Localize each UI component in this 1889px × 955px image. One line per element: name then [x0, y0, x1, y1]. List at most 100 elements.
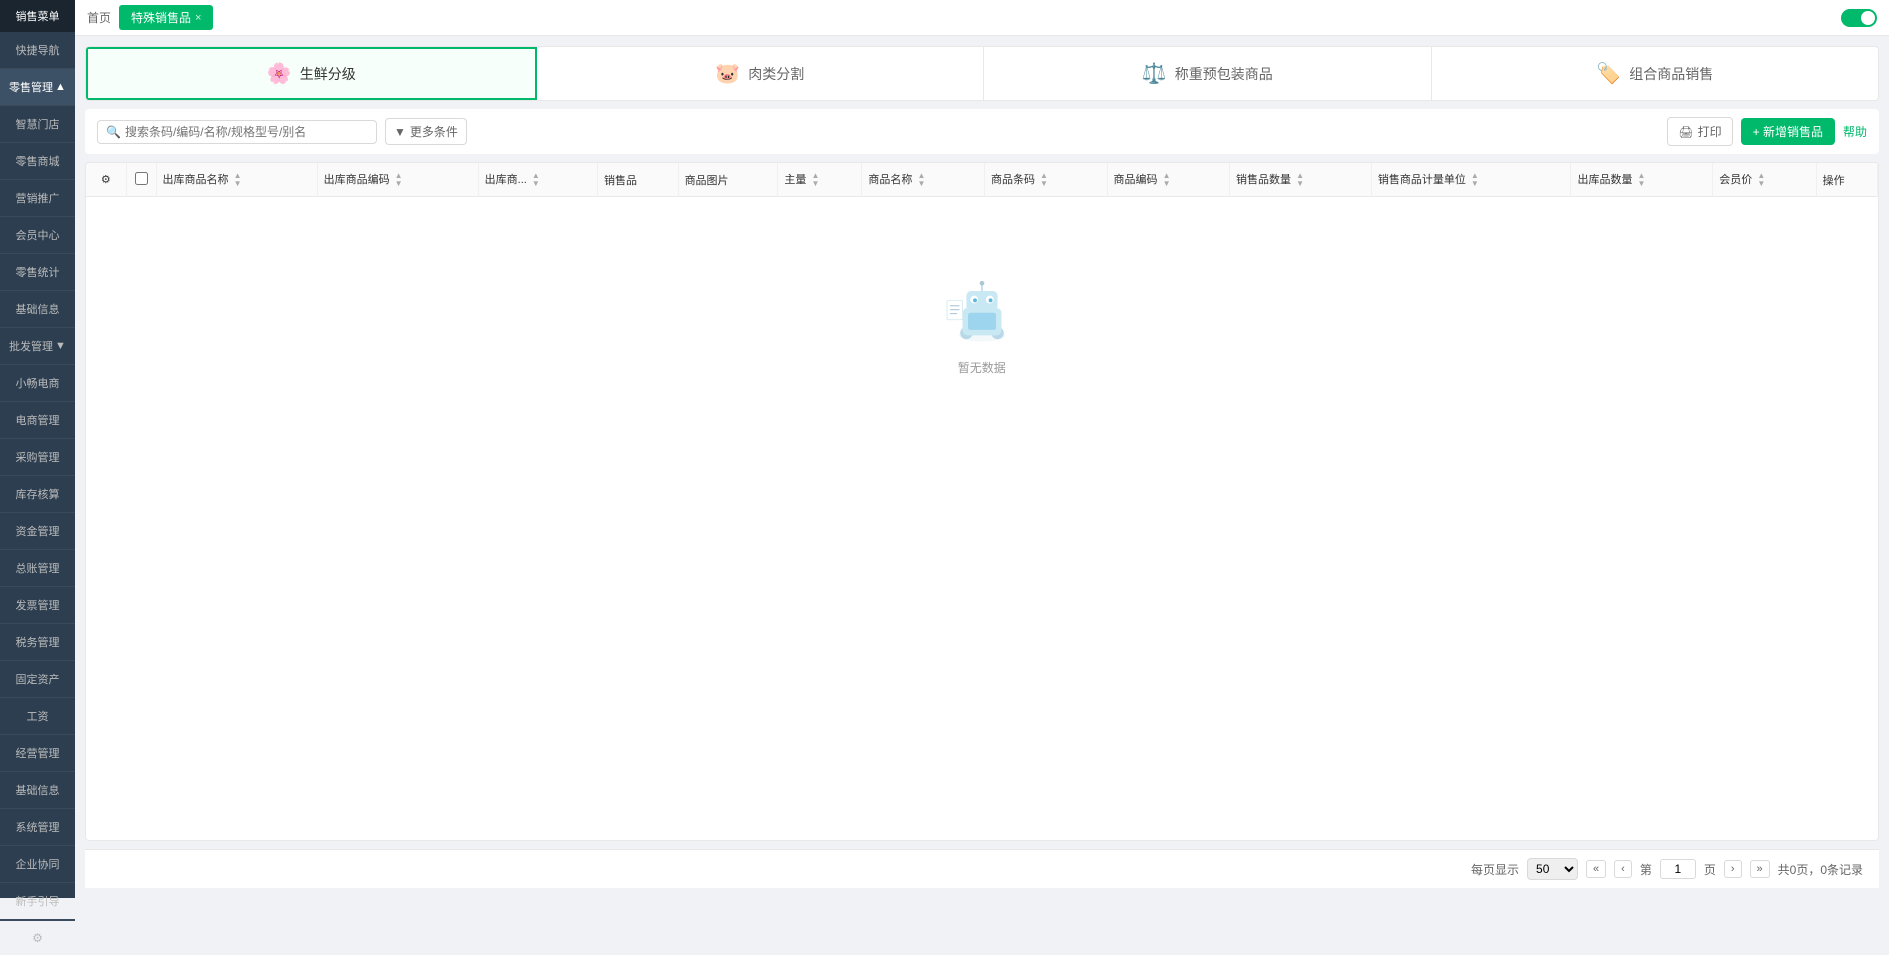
sidebar-item-sales-promo[interactable]: 营销推广 — [0, 180, 75, 217]
sort-icon: ▲▼ — [1040, 172, 1048, 188]
th-product-code[interactable]: 商品编码 ▲▼ — [1107, 163, 1230, 197]
category-tabs: 🌸 生鲜分级 🐷 肉类分割 ⚖️ 称重预包装商品 🏷️ 组合商品销售 — [85, 46, 1879, 101]
close-tab-icon[interactable]: × — [195, 12, 201, 24]
sidebar-item-basic-info[interactable]: 基础信息 — [0, 291, 75, 328]
sort-icon: ▲▼ — [1296, 172, 1304, 188]
search-input[interactable] — [125, 125, 368, 139]
empty-row: 暂无数据 — [86, 197, 1878, 457]
sidebar: 销售菜单 快捷导航 零售管理 ▲ 智慧门店 零售商城 营销推广 会员中心 零售统… — [0, 0, 75, 898]
topbar-right — [1841, 9, 1877, 27]
filter-button[interactable]: ▼ 更多条件 — [385, 118, 467, 145]
sidebar-item-smart-store[interactable]: 智慧门店 — [0, 106, 75, 143]
combo-sales-icon: 🏷️ — [1596, 61, 1621, 86]
th-out-product-name[interactable]: 出库商品名称 ▲▼ — [156, 163, 317, 197]
sort-icon: ▲▼ — [1471, 172, 1479, 188]
toggle-button[interactable] — [1841, 9, 1877, 27]
sidebar-item-quick-nav[interactable]: 快捷导航 — [0, 32, 75, 69]
th-sales-unit[interactable]: 销售商品计量单位 ▲▼ — [1371, 163, 1571, 197]
th-product-name[interactable]: 商品名称 ▲▼ — [862, 163, 985, 197]
add-button[interactable]: + 新增销售品 — [1741, 118, 1835, 145]
th-settings[interactable]: ⚙ — [86, 163, 126, 197]
filter-icon: ▼ — [394, 125, 406, 139]
sidebar-item-mini-ecomm[interactable]: 小畅电商 — [0, 365, 75, 402]
sidebar-item-wages[interactable]: 工资 — [0, 698, 75, 735]
print-icon: 🖨 — [1678, 125, 1693, 139]
th-out-product-code[interactable]: 出库商品编码 ▲▼ — [317, 163, 478, 197]
sidebar-item-finance-mgmt[interactable]: 资金管理 — [0, 513, 75, 550]
th-sales-qty[interactable]: 销售品数量 ▲▼ — [1230, 163, 1372, 197]
sidebar-item-purchase-mgmt[interactable]: 采购管理 — [0, 439, 75, 476]
search-icon: 🔍 — [106, 125, 121, 139]
print-label: 打印 — [1698, 123, 1722, 140]
print-button[interactable]: 🖨 打印 — [1667, 117, 1732, 146]
weigh-pack-icon: ⚖️ — [1142, 61, 1167, 86]
sidebar-item-wholesale-mgmt[interactable]: 批发管理 ▼ — [0, 328, 75, 365]
pagination-bar: 每页显示 50 20 100 « ‹ 第 页 › » 共0页，0条记录 — [85, 849, 1879, 888]
meat-cut-icon: 🐷 — [715, 61, 740, 86]
last-page-button[interactable]: » — [1750, 860, 1770, 878]
next-page-button[interactable]: › — [1724, 860, 1742, 878]
sidebar-item-retail-stats[interactable]: 零售统计 — [0, 254, 75, 291]
sort-icon: ▲▼ — [1757, 172, 1765, 188]
sidebar-item-tax-mgmt[interactable]: 税务管理 — [0, 624, 75, 661]
cat-tab-combo-sales[interactable]: 🏷️ 组合商品销售 — [1432, 47, 1879, 100]
sidebar-item-ops-mgmt[interactable]: 经营管理 — [0, 735, 75, 772]
table-header-row: ⚙ 出库商品名称 ▲▼ 出库商品编码 ▲▼ 出库 — [86, 163, 1878, 197]
sidebar-item-new-guide[interactable]: 新手引导 — [0, 883, 75, 920]
sidebar-item-inventory[interactable]: 库存核算 — [0, 476, 75, 513]
th-sales-product[interactable]: 销售品 — [598, 163, 679, 197]
th-main-weight[interactable]: 主量 ▲▼ — [778, 163, 862, 197]
sidebar-item-ecomm-mgmt[interactable]: 电商管理 — [0, 402, 75, 439]
search-box[interactable]: 🔍 — [97, 120, 377, 144]
select-all-checkbox[interactable] — [135, 172, 148, 185]
cat-tab-weigh-pack[interactable]: ⚖️ 称重预包装商品 — [984, 47, 1432, 100]
toolbar: 🔍 ▼ 更多条件 🖨 打印 + 新增销售品 帮助 — [85, 109, 1879, 154]
sidebar-item-basic-info2[interactable]: 基础信息 — [0, 772, 75, 809]
sidebar-item-retail-mall[interactable]: 零售商城 — [0, 143, 75, 180]
sidebar-item-member-center[interactable]: 会员中心 — [0, 217, 75, 254]
add-button-label: + 新增销售品 — [1753, 123, 1823, 140]
page-unit-label: 页 — [1704, 861, 1716, 878]
active-tab-label: 特殊销售品 — [131, 9, 191, 26]
home-breadcrumb[interactable]: 首页 — [87, 9, 111, 26]
th-out-product-x[interactable]: 出库商... ▲▼ — [478, 163, 597, 197]
settings-icon[interactable]: ⚙ — [0, 921, 75, 955]
sidebar-item-fixed-assets[interactable]: 固定资产 — [0, 661, 75, 698]
empty-icon — [942, 277, 1022, 347]
th-actions: 操作 — [1816, 163, 1877, 197]
page-content: 🌸 生鲜分级 🐷 肉类分割 ⚖️ 称重预包装商品 🏷️ 组合商品销售 🔍 — [75, 36, 1889, 898]
cat-tab-weigh-pack-label: 称重预包装商品 — [1175, 64, 1273, 84]
th-out-qty[interactable]: 出库品数量 ▲▼ — [1571, 163, 1713, 197]
th-product-barcode[interactable]: 商品条码 ▲▼ — [984, 163, 1107, 197]
data-table: ⚙ 出库商品名称 ▲▼ 出库商品编码 ▲▼ 出库 — [86, 163, 1878, 456]
data-table-container: ⚙ 出库商品名称 ▲▼ 出库商品编码 ▲▼ 出库 — [85, 162, 1879, 841]
sort-icon: ▲▼ — [395, 172, 403, 188]
page-input[interactable] — [1660, 859, 1696, 879]
help-button[interactable]: 帮助 — [1843, 123, 1867, 140]
th-checkbox[interactable] — [126, 163, 156, 197]
sidebar-item-retail-mgmt[interactable]: 零售管理 ▲ — [0, 69, 75, 106]
total-label: 共0页，0条记录 — [1778, 861, 1863, 878]
per-page-label: 每页显示 — [1471, 861, 1519, 878]
cat-tab-meat-cut-label: 肉类分割 — [748, 64, 804, 84]
per-page-select[interactable]: 50 20 100 — [1527, 858, 1578, 880]
sort-icon: ▲▼ — [811, 172, 819, 188]
sidebar-item-corp-agreement[interactable]: 企业协同 — [0, 846, 75, 883]
sidebar-item-sys-mgmt[interactable]: 系统管理 — [0, 809, 75, 846]
sort-icon: ▲▼ — [1163, 172, 1171, 188]
page-prefix-label: 第 — [1640, 861, 1652, 878]
first-page-button[interactable]: « — [1586, 860, 1606, 878]
prev-page-button[interactable]: ‹ — [1614, 860, 1632, 878]
sidebar-item-general-ledger[interactable]: 总账管理 — [0, 550, 75, 587]
th-product-image[interactable]: 商品图片 — [678, 163, 778, 197]
empty-state: 暂无数据 — [86, 197, 1878, 456]
main-content: 首页 特殊销售品 × 🌸 生鲜分级 🐷 肉类分割 ⚖️ 称重预包装商品 — [75, 0, 1889, 898]
empty-text: 暂无数据 — [958, 359, 1006, 376]
cat-tab-fresh-grade[interactable]: 🌸 生鲜分级 — [86, 47, 537, 100]
sidebar-item-invoice-mgmt[interactable]: 发票管理 — [0, 587, 75, 624]
cat-tab-meat-cut[interactable]: 🐷 肉类分割 — [537, 47, 985, 100]
th-member-price[interactable]: 会员价 ▲▼ — [1713, 163, 1816, 197]
toolbar-right: 🖨 打印 + 新增销售品 帮助 — [1667, 117, 1867, 146]
table-body: 暂无数据 — [86, 197, 1878, 457]
active-tab[interactable]: 特殊销售品 × — [119, 5, 213, 30]
